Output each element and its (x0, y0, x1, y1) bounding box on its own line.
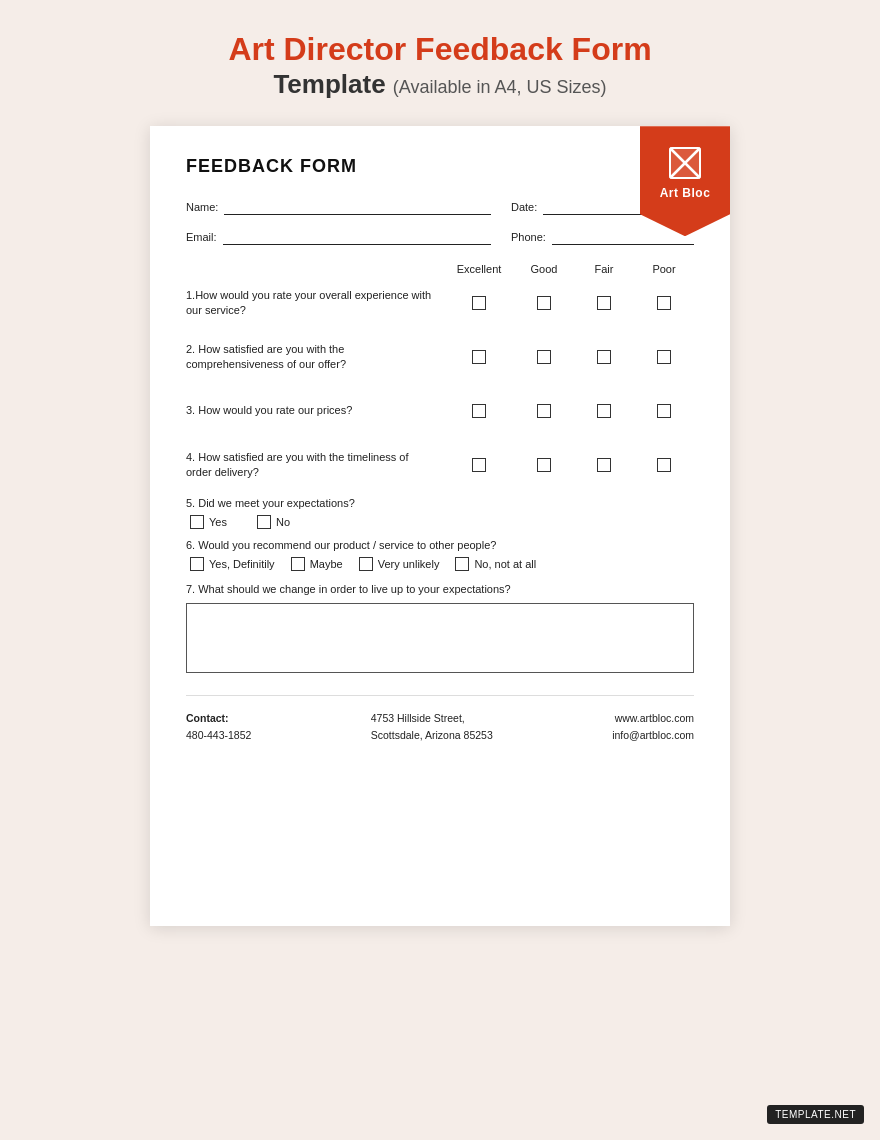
q5-no-checkbox[interactable] (257, 515, 271, 529)
form-card: Art Bloc FEEDBACK FORM Name: Date: Email… (150, 126, 730, 926)
rating-header: Excellent Good Fair Poor (186, 263, 694, 275)
q1-poor[interactable] (634, 296, 694, 310)
form-footer: Contact: 480-443-1852 4753 Hillside Stre… (186, 695, 694, 744)
q3-excellent[interactable] (444, 404, 514, 418)
q1-good[interactable] (514, 296, 574, 310)
q6-maybe-label: Maybe (310, 558, 343, 570)
q5-no-label: No (276, 516, 290, 528)
form-heading: FEEDBACK FORM (186, 156, 694, 177)
footer-website: www.artbloc.com (615, 712, 694, 724)
name-field: Name: (186, 199, 491, 215)
rating-section: Excellent Good Fair Poor 1.How would you… (186, 263, 694, 487)
template-badge: TEMPLATE.NET (767, 1105, 864, 1124)
q6-no-not-all-label: No, not at all (474, 558, 536, 570)
email-field: Email: (186, 229, 491, 245)
name-line (224, 199, 491, 215)
rating-row-q2: 2. How satisfied are you with the compre… (186, 335, 694, 379)
header-poor: Poor (634, 263, 694, 275)
q3-text: 3. How would you rate our prices? (186, 403, 444, 418)
footer-web: www.artbloc.com info@artbloc.com (612, 710, 694, 744)
header-good: Good (514, 263, 574, 275)
logo-text: Art Bloc (660, 186, 711, 200)
q5-section: 5. Did we meet your expectations? Yes No (186, 497, 694, 529)
rating-row-q1: 1.How would you rate your overall experi… (186, 281, 694, 325)
header-fair: Fair (574, 263, 634, 275)
sub-title: Template (Available in A4, US Sizes) (228, 68, 651, 102)
footer-phone: 480-443-1852 (186, 729, 251, 741)
header-excellent: Excellent (444, 263, 514, 275)
q4-good[interactable] (514, 458, 574, 472)
q6-no-not-all-checkbox[interactable] (455, 557, 469, 571)
q5-question: 5. Did we meet your expectations? (186, 497, 694, 509)
q4-excellent[interactable] (444, 458, 514, 472)
name-date-row: Name: Date: (186, 199, 694, 215)
q5-yes[interactable]: Yes (190, 515, 227, 529)
q6-maybe[interactable]: Maybe (291, 557, 343, 571)
page-title-block: Art Director Feedback Form Template (Ava… (228, 30, 651, 102)
main-title: Art Director Feedback Form (228, 30, 651, 68)
q6-yes-def[interactable]: Yes, Definitily (190, 557, 275, 571)
phone-field: Phone: (511, 229, 694, 245)
q4-fair[interactable] (574, 458, 634, 472)
q1-fair[interactable] (574, 296, 634, 310)
rating-row-q4: 4. How satisfied are you with the timeli… (186, 443, 694, 487)
rating-row-q3: 3. How would you rate our prices? (186, 389, 694, 433)
footer-address: 4753 Hillside Street, Scottsdale, Arizon… (371, 710, 493, 744)
footer-contact: Contact: 480-443-1852 (186, 710, 251, 744)
q1-excellent[interactable] (444, 296, 514, 310)
phone-line (552, 229, 694, 245)
q7-textarea[interactable] (186, 603, 694, 673)
q2-fair[interactable] (574, 350, 634, 364)
q4-text: 4. How satisfied are you with the timeli… (186, 450, 444, 481)
q6-section: 6. Would you recommend our product / ser… (186, 539, 694, 571)
q6-options: Yes, Definitily Maybe Very unlikely No, … (190, 557, 694, 571)
footer-email: info@artbloc.com (612, 729, 694, 741)
q4-poor[interactable] (634, 458, 694, 472)
q3-good[interactable] (514, 404, 574, 418)
q7-section: 7. What should we change in order to liv… (186, 583, 694, 677)
q6-maybe-checkbox[interactable] (291, 557, 305, 571)
q5-options: Yes No (190, 515, 694, 529)
q2-poor[interactable] (634, 350, 694, 364)
q3-poor[interactable] (634, 404, 694, 418)
q6-yes-def-checkbox[interactable] (190, 557, 204, 571)
footer-address-line1: 4753 Hillside Street, (371, 712, 465, 724)
q5-no[interactable]: No (257, 515, 290, 529)
q2-excellent[interactable] (444, 350, 514, 364)
logo-icon (666, 144, 704, 182)
q6-very-unlikely-checkbox[interactable] (359, 557, 373, 571)
logo-badge: Art Bloc (640, 126, 730, 236)
q1-text: 1.How would you rate your overall experi… (186, 288, 444, 319)
q7-question: 7. What should we change in order to liv… (186, 583, 694, 595)
footer-contact-label: Contact: (186, 712, 229, 724)
email-phone-row: Email: Phone: (186, 229, 694, 245)
footer-address-line2: Scottsdale, Arizona 85253 (371, 729, 493, 741)
q6-yes-def-label: Yes, Definitily (209, 558, 275, 570)
q2-text: 2. How satisfied are you with the compre… (186, 342, 444, 373)
q6-question: 6. Would you recommend our product / ser… (186, 539, 694, 551)
q6-very-unlikely-label: Very unlikely (378, 558, 440, 570)
q2-good[interactable] (514, 350, 574, 364)
q6-no-not-all[interactable]: No, not at all (455, 557, 536, 571)
q3-fair[interactable] (574, 404, 634, 418)
email-line (223, 229, 491, 245)
q5-yes-checkbox[interactable] (190, 515, 204, 529)
q6-very-unlikely[interactable]: Very unlikely (359, 557, 440, 571)
q5-yes-label: Yes (209, 516, 227, 528)
